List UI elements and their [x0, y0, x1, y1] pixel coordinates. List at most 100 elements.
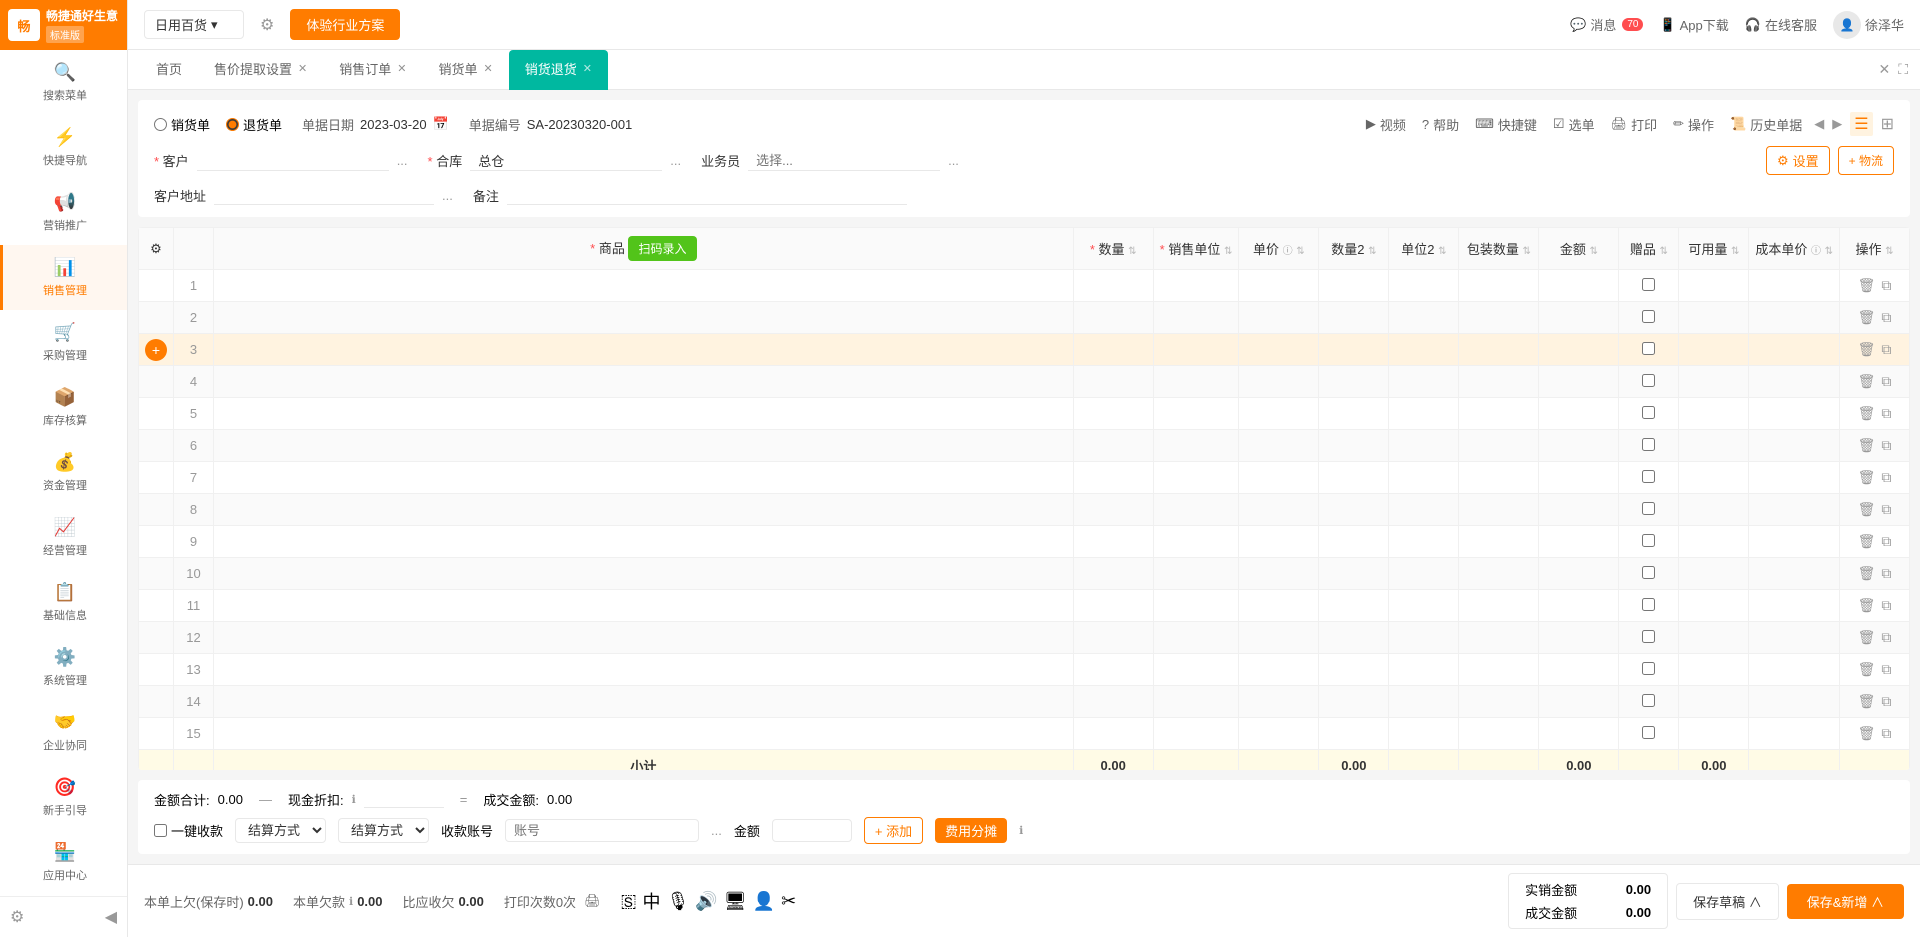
- action-shortcut[interactable]: ⌨快捷键: [1471, 113, 1541, 136]
- taskbar-icon-6[interactable]: 👤: [753, 891, 775, 912]
- settlement-select[interactable]: 结算方式: [235, 818, 326, 843]
- col-header-gear[interactable]: ⚙: [139, 228, 174, 270]
- sidebar-item-purchase[interactable]: 🛒采购管理: [0, 310, 127, 375]
- amount-input[interactable]: [772, 819, 852, 842]
- taskbar-icon-2[interactable]: 中: [643, 888, 661, 914]
- address-input[interactable]: [214, 185, 434, 205]
- gift-checkbox-13[interactable]: [1642, 662, 1655, 675]
- tab-close-sales[interactable]: ✕: [484, 62, 493, 75]
- sidebar-item-search[interactable]: 🔍搜索菜单: [0, 50, 127, 115]
- sidebar-item-marketing[interactable]: 📢营销推广: [0, 180, 127, 245]
- delete-icon-12[interactable]: 🗑: [1858, 629, 1876, 646]
- gift-checkbox-12[interactable]: [1642, 630, 1655, 643]
- gift-checkbox-6[interactable]: [1642, 438, 1655, 451]
- one-click-checkbox[interactable]: 一键收款: [154, 821, 223, 840]
- tab-close-sales-order[interactable]: ✕: [397, 62, 406, 75]
- gift-checkbox-9[interactable]: [1642, 534, 1655, 547]
- radio-return[interactable]: 退货单: [226, 115, 282, 134]
- tabs-close-icon[interactable]: ✕: [1878, 61, 1890, 78]
- sidebar-item-appstore[interactable]: 🏪应用中心: [0, 830, 127, 895]
- app-download-item[interactable]: 📱 App下载: [1659, 15, 1728, 34]
- tab-sales-return[interactable]: 销货退货✕: [509, 50, 608, 90]
- sidebar-item-newuser[interactable]: 🎯新手引导: [0, 765, 127, 830]
- user-item[interactable]: 👤 徐泽华: [1833, 11, 1904, 39]
- sort-icon[interactable]: ⇅: [1589, 246, 1597, 257]
- remark-input[interactable]: [507, 185, 907, 205]
- copy-icon-4[interactable]: ⧉: [1881, 373, 1891, 390]
- gift-checkbox-11[interactable]: [1642, 598, 1655, 611]
- delete-icon-5[interactable]: 🗑: [1858, 405, 1876, 422]
- taskbar-icon-3[interactable]: 🎙: [667, 891, 690, 912]
- radio-sales[interactable]: 销货单: [154, 115, 210, 134]
- account-dots[interactable]: ...: [711, 823, 722, 838]
- tab-home[interactable]: 首页: [140, 50, 198, 90]
- sidebar-item-enterprise[interactable]: 🤝企业协同: [0, 700, 127, 765]
- settings-icon[interactable]: ⚙: [10, 907, 24, 927]
- action-operate[interactable]: ✏操作: [1669, 113, 1718, 136]
- action-history[interactable]: 📜历史单据: [1726, 113, 1806, 136]
- sidebar-item-operations[interactable]: 📈经营管理: [0, 505, 127, 570]
- taskbar-icon-5[interactable]: 🖥: [724, 891, 747, 912]
- copy-icon-2[interactable]: ⧉: [1881, 309, 1891, 326]
- message-item[interactable]: 💬 消息 70: [1570, 15, 1643, 34]
- delete-icon-15[interactable]: 🗑: [1858, 725, 1876, 742]
- delete-icon-9[interactable]: 🗑: [1858, 533, 1876, 550]
- action-print[interactable]: 🖨打印: [1607, 113, 1662, 136]
- settings-btn[interactable]: ⚙ 设置: [1766, 146, 1830, 175]
- online-service-item[interactable]: 🎧 在线客服: [1745, 15, 1817, 34]
- delete-icon-6[interactable]: 🗑: [1858, 437, 1876, 454]
- gift-checkbox-14[interactable]: [1642, 694, 1655, 707]
- delete-icon-11[interactable]: 🗑: [1858, 597, 1876, 614]
- sidebar-item-sales[interactable]: 📊销售管理: [0, 245, 127, 310]
- staff-input[interactable]: [748, 151, 940, 171]
- save-new-btn[interactable]: 保存&新增 ∧: [1787, 884, 1904, 919]
- sort-icon[interactable]: ⇅: [1885, 246, 1893, 257]
- action-select[interactable]: ☑选单: [1549, 113, 1599, 136]
- trial-btn[interactable]: 体验行业方案: [290, 9, 400, 40]
- copy-icon-14[interactable]: ⧉: [1881, 693, 1891, 710]
- copy-icon-5[interactable]: ⧉: [1881, 405, 1891, 422]
- save-draft-btn[interactable]: 保存草稿 ∧: [1676, 883, 1779, 920]
- copy-icon-11[interactable]: ⧉: [1881, 597, 1891, 614]
- customer-input[interactable]: [197, 151, 389, 171]
- topbar-gear-icon[interactable]: ⚙: [260, 15, 274, 35]
- sort-icon[interactable]: ⇅: [1731, 246, 1739, 257]
- staff-dots[interactable]: ...: [948, 153, 959, 168]
- delete-icon-8[interactable]: 🗑: [1858, 501, 1876, 518]
- expense-btn[interactable]: 费用分摊: [935, 818, 1007, 843]
- copy-icon-7[interactable]: ⧉: [1881, 469, 1891, 486]
- add-btn[interactable]: + 添加: [864, 817, 923, 844]
- gift-checkbox-10[interactable]: [1642, 566, 1655, 579]
- delete-icon-10[interactable]: 🗑: [1858, 565, 1876, 582]
- tab-close-price-setting[interactable]: ✕: [298, 62, 307, 75]
- delete-icon-1[interactable]: 🗑: [1858, 277, 1876, 294]
- industry-select[interactable]: 日用百货 ▾: [144, 10, 244, 39]
- gift-checkbox-4[interactable]: [1642, 374, 1655, 387]
- grid-view-btn[interactable]: ⊞: [1881, 114, 1894, 134]
- calendar-icon[interactable]: 📅: [433, 116, 449, 132]
- gift-checkbox-5[interactable]: [1642, 406, 1655, 419]
- copy-icon-10[interactable]: ⧉: [1881, 565, 1891, 582]
- collapse-icon[interactable]: ◀: [105, 907, 117, 927]
- add-row-btn[interactable]: +: [145, 339, 167, 361]
- sort-icon[interactable]: ⇅: [1522, 246, 1530, 257]
- product-input-3[interactable]: [220, 342, 1067, 357]
- delete-icon-3[interactable]: 🗑: [1858, 341, 1876, 358]
- history-prev[interactable]: ◀: [1814, 116, 1824, 132]
- sidebar-item-basic[interactable]: 📋基础信息: [0, 570, 127, 635]
- tab-sales[interactable]: 销货单✕: [422, 50, 508, 90]
- tab-close-sales-return[interactable]: ✕: [583, 62, 592, 75]
- copy-icon-12[interactable]: ⧉: [1881, 629, 1891, 646]
- customer-dots[interactable]: ...: [397, 153, 408, 168]
- delete-icon-2[interactable]: 🗑: [1858, 309, 1876, 326]
- copy-icon-8[interactable]: ⧉: [1881, 501, 1891, 518]
- table-wrapper[interactable]: ⚙商品 扫码录入数量 ⇅销售单位 ⇅单价 ⓘ ⇅数量2 ⇅单位2 ⇅包装数量 ⇅…: [138, 227, 1910, 770]
- sort-icon[interactable]: ⇅: [1659, 246, 1667, 257]
- sort-icon[interactable]: ⇅: [1368, 246, 1376, 257]
- account-input[interactable]: [505, 819, 699, 842]
- gift-checkbox-7[interactable]: [1642, 470, 1655, 483]
- delete-icon-13[interactable]: 🗑: [1858, 661, 1876, 678]
- tabs-expand-icon[interactable]: ⛶: [1898, 61, 1908, 78]
- warehouse-input[interactable]: [470, 151, 662, 171]
- sidebar-item-inventory[interactable]: 📦库存核算: [0, 375, 127, 440]
